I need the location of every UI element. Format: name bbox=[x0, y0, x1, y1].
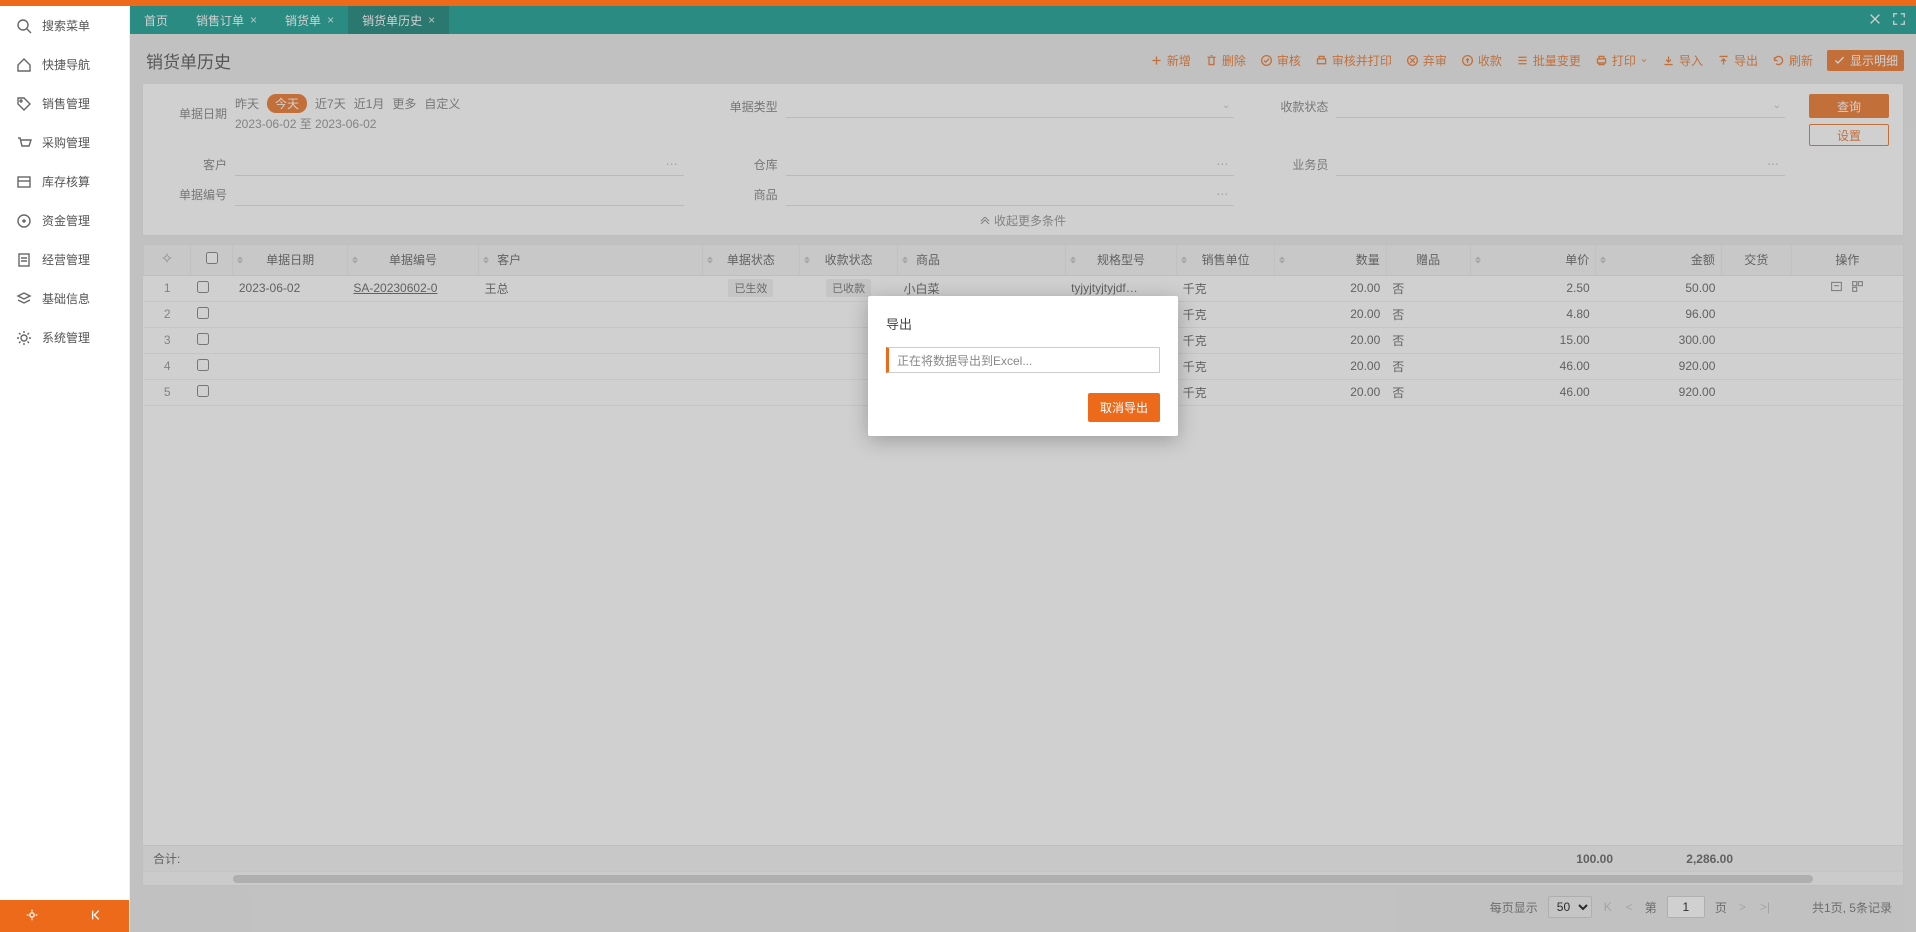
sidebar-item-inventory[interactable]: 库存核算 bbox=[0, 162, 129, 201]
sidebar-item-fund[interactable]: 资金管理 bbox=[0, 201, 129, 240]
tag-icon bbox=[16, 96, 32, 112]
coin-icon bbox=[16, 213, 32, 229]
modal-title: 导出 bbox=[886, 314, 1160, 333]
home-icon bbox=[16, 57, 32, 73]
sidebar-item-label: 快捷导航 bbox=[42, 56, 90, 73]
cancel-export-button[interactable]: 取消导出 bbox=[1088, 393, 1160, 422]
sidebar-item-label: 库存核算 bbox=[42, 173, 90, 190]
search-icon bbox=[16, 18, 32, 34]
gear-icon bbox=[16, 330, 32, 346]
cart-icon bbox=[16, 135, 32, 151]
sidebar-item-quick-nav[interactable]: 快捷导航 bbox=[0, 45, 129, 84]
box-icon bbox=[16, 174, 32, 190]
sidebar-item-label: 资金管理 bbox=[42, 212, 90, 229]
sidebar: 搜索菜单 快捷导航 销售管理 采购管理 库存核算 资金管理 bbox=[0, 6, 130, 932]
sidebar-item-sales[interactable]: 销售管理 bbox=[0, 84, 129, 123]
sidebar-item-label: 经营管理 bbox=[42, 251, 90, 268]
sidebar-footer bbox=[0, 900, 129, 932]
sidebar-item-search-menu[interactable]: 搜索菜单 bbox=[0, 6, 129, 45]
sidebar-item-purchase[interactable]: 采购管理 bbox=[0, 123, 129, 162]
main-area: 首页 销售订单× 销货单× 销货单历史× 销货单历史 新增 删除 审核 审核并打… bbox=[130, 6, 1916, 932]
export-modal: 导出 取消导出 bbox=[868, 296, 1178, 436]
sidebar-item-label: 销售管理 bbox=[42, 95, 90, 112]
export-status-input bbox=[886, 347, 1160, 373]
clipboard-icon bbox=[16, 252, 32, 268]
collapse-sidebar-icon[interactable] bbox=[90, 908, 104, 925]
sidebar-item-base[interactable]: 基础信息 bbox=[0, 279, 129, 318]
settings-icon[interactable] bbox=[25, 908, 39, 925]
modal-overlay: 导出 取消导出 bbox=[130, 6, 1916, 932]
sidebar-item-label: 搜索菜单 bbox=[42, 17, 90, 34]
sidebar-item-business[interactable]: 经营管理 bbox=[0, 240, 129, 279]
sidebar-item-label: 基础信息 bbox=[42, 290, 90, 307]
sidebar-item-system[interactable]: 系统管理 bbox=[0, 318, 129, 357]
sidebar-item-label: 采购管理 bbox=[42, 134, 90, 151]
layers-icon bbox=[16, 291, 32, 307]
sidebar-item-label: 系统管理 bbox=[42, 329, 90, 346]
